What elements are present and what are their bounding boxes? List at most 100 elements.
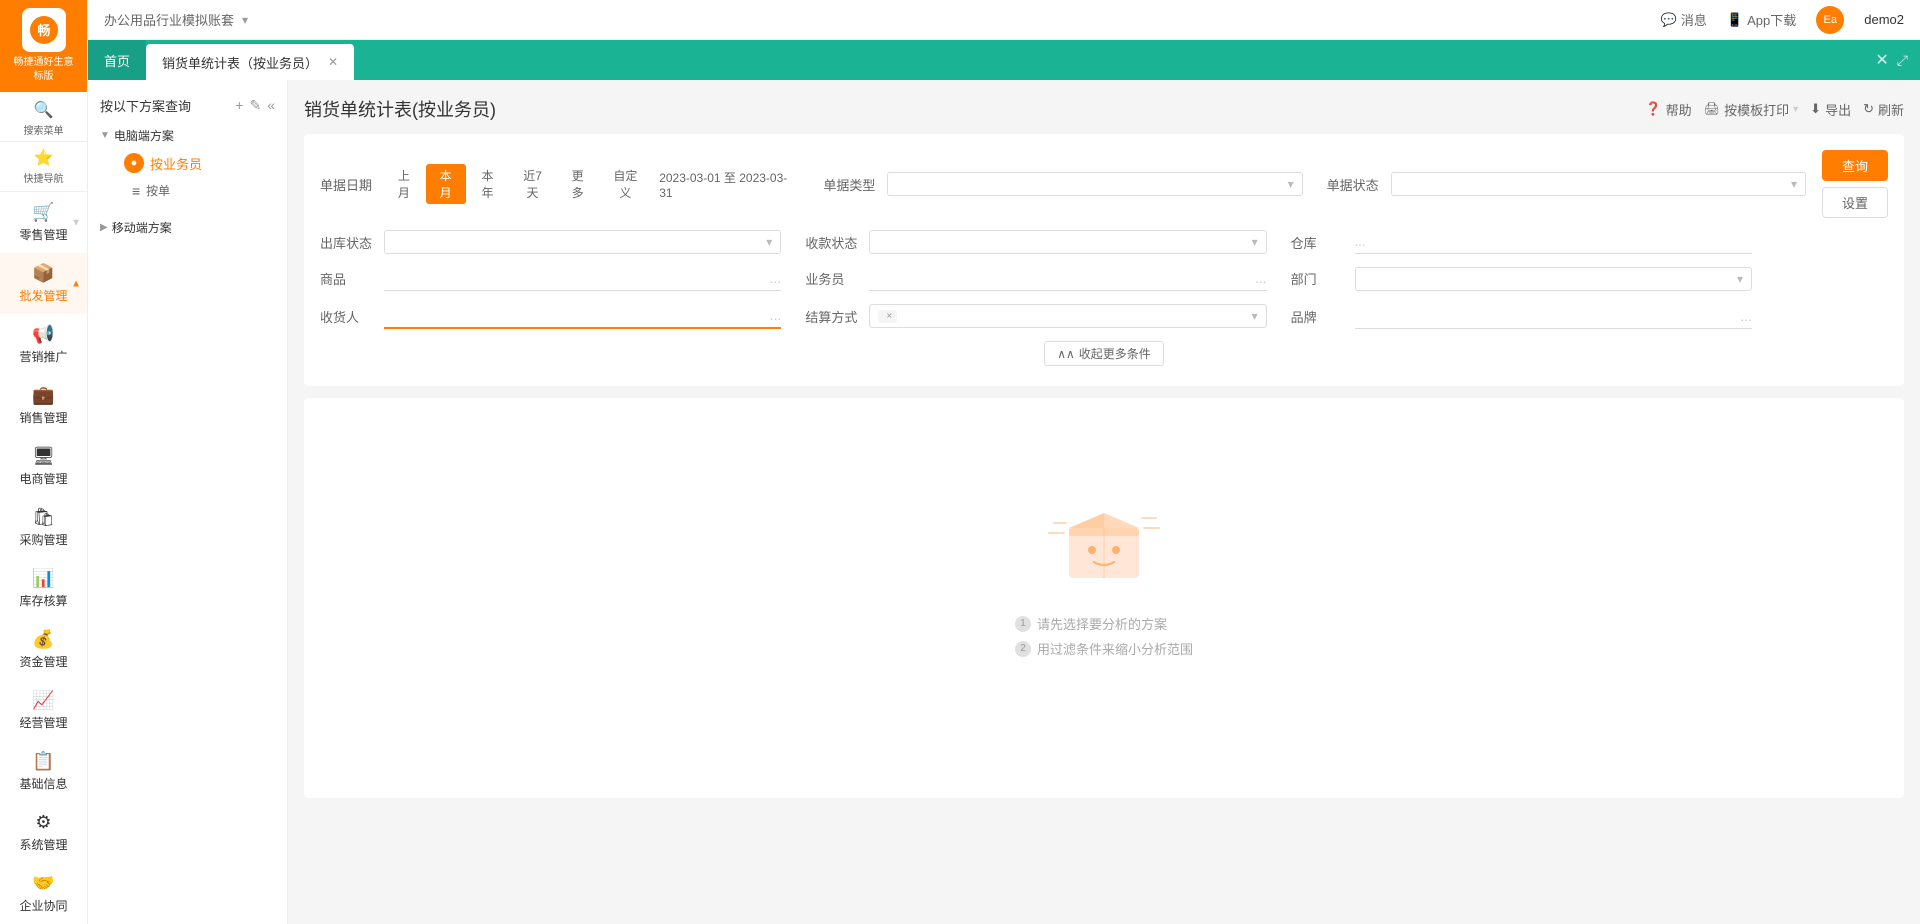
sidebar-nav-list: 🛒 零售管理 ▼ 📦 批发管理 ▲ 📢 营销推广 💼 销售管理 🖥 电商管理 🛍 xyxy=(0,192,87,924)
print-button[interactable]: 🖨 按模板打印 ▾ xyxy=(1704,100,1799,119)
retail-expand-icon: ▼ xyxy=(71,217,81,228)
edit-scheme-icon[interactable]: ✎ xyxy=(249,97,261,114)
payment-tag-close[interactable]: × xyxy=(886,311,892,322)
query-button[interactable]: 查询 xyxy=(1822,150,1888,181)
dept-cell: 部门 ▾ xyxy=(1267,267,1752,291)
dept-label: 部门 xyxy=(1291,269,1355,288)
sidebar-item-basic[interactable]: 📋 基础信息 xyxy=(0,741,87,802)
filter-row-1: 单据日期 上月 本月 本年 近7天 更多 自定义 2023-03-01 至 20… xyxy=(320,150,1888,218)
sidebar-item-basic-label: 基础信息 xyxy=(19,775,67,792)
basic-icon: 📋 xyxy=(32,751,54,772)
quick-nav-icon: ⭐ xyxy=(34,148,54,168)
search-menu[interactable]: 🔍 搜索菜单 xyxy=(0,92,87,142)
sidebar-item-system[interactable]: ⚙ 系统管理 xyxy=(0,802,87,863)
date-btn-last-month[interactable]: 上月 xyxy=(384,164,424,204)
mobile-scheme-title[interactable]: ▶ 移动端方案 xyxy=(100,215,275,240)
dept-select[interactable]: ▾ xyxy=(1355,267,1752,291)
date-btn-this-month[interactable]: 本月 xyxy=(426,164,466,204)
user-name[interactable]: demo2 xyxy=(1864,12,1904,27)
staff-input[interactable]: ... xyxy=(869,266,1266,291)
sidebar-item-wholesale[interactable]: 📦 批发管理 ▲ xyxy=(0,253,87,314)
tab-sales-stat[interactable]: 销货单统计表（按业务员） ✕ xyxy=(146,44,354,80)
collapse-panel-icon[interactable]: « xyxy=(267,97,275,114)
add-scheme-icon[interactable]: + xyxy=(235,97,243,114)
outstock-select[interactable]: ▾ xyxy=(384,230,781,254)
desktop-group-arrow: ▼ xyxy=(100,130,110,141)
receiver-input[interactable]: ... xyxy=(384,303,781,329)
sidebar-item-purchase[interactable]: 🛍 采购管理 xyxy=(0,497,87,558)
settings-button[interactable]: 设置 xyxy=(1822,187,1888,218)
warehouse-cell: 仓库 ... xyxy=(1267,230,1752,254)
export-button[interactable]: ⬇ 导出 xyxy=(1810,100,1851,119)
receipt-dropdown-icon: ▾ xyxy=(1252,235,1258,249)
warehouse-input[interactable]: ... xyxy=(1355,230,1752,254)
goods-input[interactable]: ... xyxy=(384,266,781,291)
logo-icon: 畅 xyxy=(22,8,66,52)
search-menu-label: 搜索菜单 xyxy=(24,122,64,137)
type-select[interactable]: ▾ xyxy=(887,172,1302,196)
wholesale-icon: 📦 xyxy=(32,263,54,284)
hint-text-2: 用过滤条件来缩小分析范围 xyxy=(1037,639,1193,658)
tab-close-icon[interactable]: ✕ xyxy=(328,55,338,69)
status-select[interactable]: ▾ xyxy=(1391,172,1806,196)
refresh-button[interactable]: ↻ 刷新 xyxy=(1863,100,1904,119)
sidebar-item-inventory[interactable]: 📊 库存核算 xyxy=(0,558,87,619)
receipt-select[interactable]: ▾ xyxy=(869,230,1266,254)
sidebar-item-ecommerce[interactable]: 🖥 电商管理 xyxy=(0,436,87,497)
sidebar-item-finance[interactable]: 💰 资金管理 xyxy=(0,619,87,680)
date-btn-custom[interactable]: 自定义 xyxy=(600,164,652,204)
help-icon: ❓ xyxy=(1645,101,1661,117)
left-panel-header-icons: + ✎ « xyxy=(235,97,275,114)
marketing-icon: 📢 xyxy=(32,324,54,345)
window-close-icon[interactable]: ✕ xyxy=(1875,50,1888,70)
sidebar-item-system-label: 系统管理 xyxy=(19,836,67,853)
filter-row-4: 收货人 ... 结算方式 × xyxy=(320,303,1888,329)
sidebar-item-enterprise[interactable]: 🤝 企业协同 xyxy=(0,863,87,924)
brand-dots: ... xyxy=(1740,308,1752,324)
page-title-text: 销货单统计表(按业务员) xyxy=(304,96,496,122)
topbar-dropdown-icon[interactable]: ▾ xyxy=(242,13,248,27)
date-btn-this-year[interactable]: 本年 xyxy=(468,164,508,204)
payment-select[interactable]: × ▾ xyxy=(869,304,1266,328)
user-avatar-text: Ea xyxy=(1824,14,1837,26)
quick-nav[interactable]: ⭐ 快捷导航 xyxy=(0,142,87,192)
empty-hint-1: 1 请先选择要分析的方案 xyxy=(1015,614,1193,633)
receipt-cell: 收款状态 ▾ xyxy=(781,230,1266,254)
svg-text:畅: 畅 xyxy=(37,23,50,38)
app-download-button[interactable]: 📱 App下载 xyxy=(1727,10,1796,29)
ecommerce-icon: 🖥 xyxy=(32,446,55,467)
action-buttons-area: 查询 设置 xyxy=(1822,150,1888,218)
message-button[interactable]: 💬 消息 xyxy=(1661,10,1707,29)
brand-input[interactable]: ... xyxy=(1355,304,1752,329)
desktop-scheme-group: ▼ 电脑端方案 ● 按业务员 ≡ 按单 xyxy=(88,123,287,203)
scheme-item-by-staff[interactable]: ● 按业务员 xyxy=(100,148,275,178)
sidebar-item-finance-label: 资金管理 xyxy=(19,653,67,670)
empty-hints: 1 请先选择要分析的方案 2 用过滤条件来缩小分析范围 xyxy=(1015,614,1193,664)
empty-state: 1 请先选择要分析的方案 2 用过滤条件来缩小分析范围 xyxy=(304,398,1904,744)
receipt-label: 收款状态 xyxy=(805,233,869,252)
sidebar-item-operation[interactable]: 📈 经营管理 xyxy=(0,680,87,741)
sidebar-logo[interactable]: 畅 畅捷通好生意 标版 xyxy=(0,0,87,92)
filter-row-2: 出库状态 ▾ 收款状态 ▾ 仓库 xyxy=(320,230,1888,254)
operation-icon: 📈 xyxy=(32,690,54,711)
sidebar-item-retail[interactable]: 🛒 零售管理 ▼ xyxy=(0,192,87,253)
date-btn-7days[interactable]: 近7天 xyxy=(509,164,555,204)
app-download-icon: 📱 xyxy=(1727,12,1743,28)
staff-label: 业务员 xyxy=(805,269,869,288)
filter-date-cell: 单据日期 上月 本月 本年 近7天 更多 自定义 2023-03-01 至 20… xyxy=(320,164,799,204)
help-button[interactable]: ❓ 帮助 xyxy=(1645,100,1691,119)
wholesale-expand-icon: ▲ xyxy=(71,278,81,289)
desktop-scheme-title[interactable]: ▼ 电脑端方案 xyxy=(100,123,275,148)
date-btn-more[interactable]: 更多 xyxy=(558,164,598,204)
print-dropdown-icon: ▾ xyxy=(1793,104,1798,115)
scheme-sub-item-by-order[interactable]: ≡ 按单 xyxy=(100,178,275,203)
collapse-button[interactable]: ∧∧ 收起更多条件 xyxy=(1044,341,1164,366)
sidebar-item-ecommerce-label: 电商管理 xyxy=(19,470,67,487)
user-avatar[interactable]: Ea xyxy=(1816,6,1844,34)
mobile-group-label: 移动端方案 xyxy=(112,219,172,236)
left-panel: 按以下方案查询 + ✎ « ▼ 电脑端方案 ● 按业务员 ≡ 按 xyxy=(88,80,288,924)
tab-home[interactable]: 首页 xyxy=(88,40,146,80)
window-expand-icon[interactable]: ⤢ xyxy=(1897,52,1908,69)
sidebar-item-marketing[interactable]: 📢 营销推广 xyxy=(0,314,87,375)
sidebar-item-sales[interactable]: 💼 销售管理 xyxy=(0,375,87,436)
